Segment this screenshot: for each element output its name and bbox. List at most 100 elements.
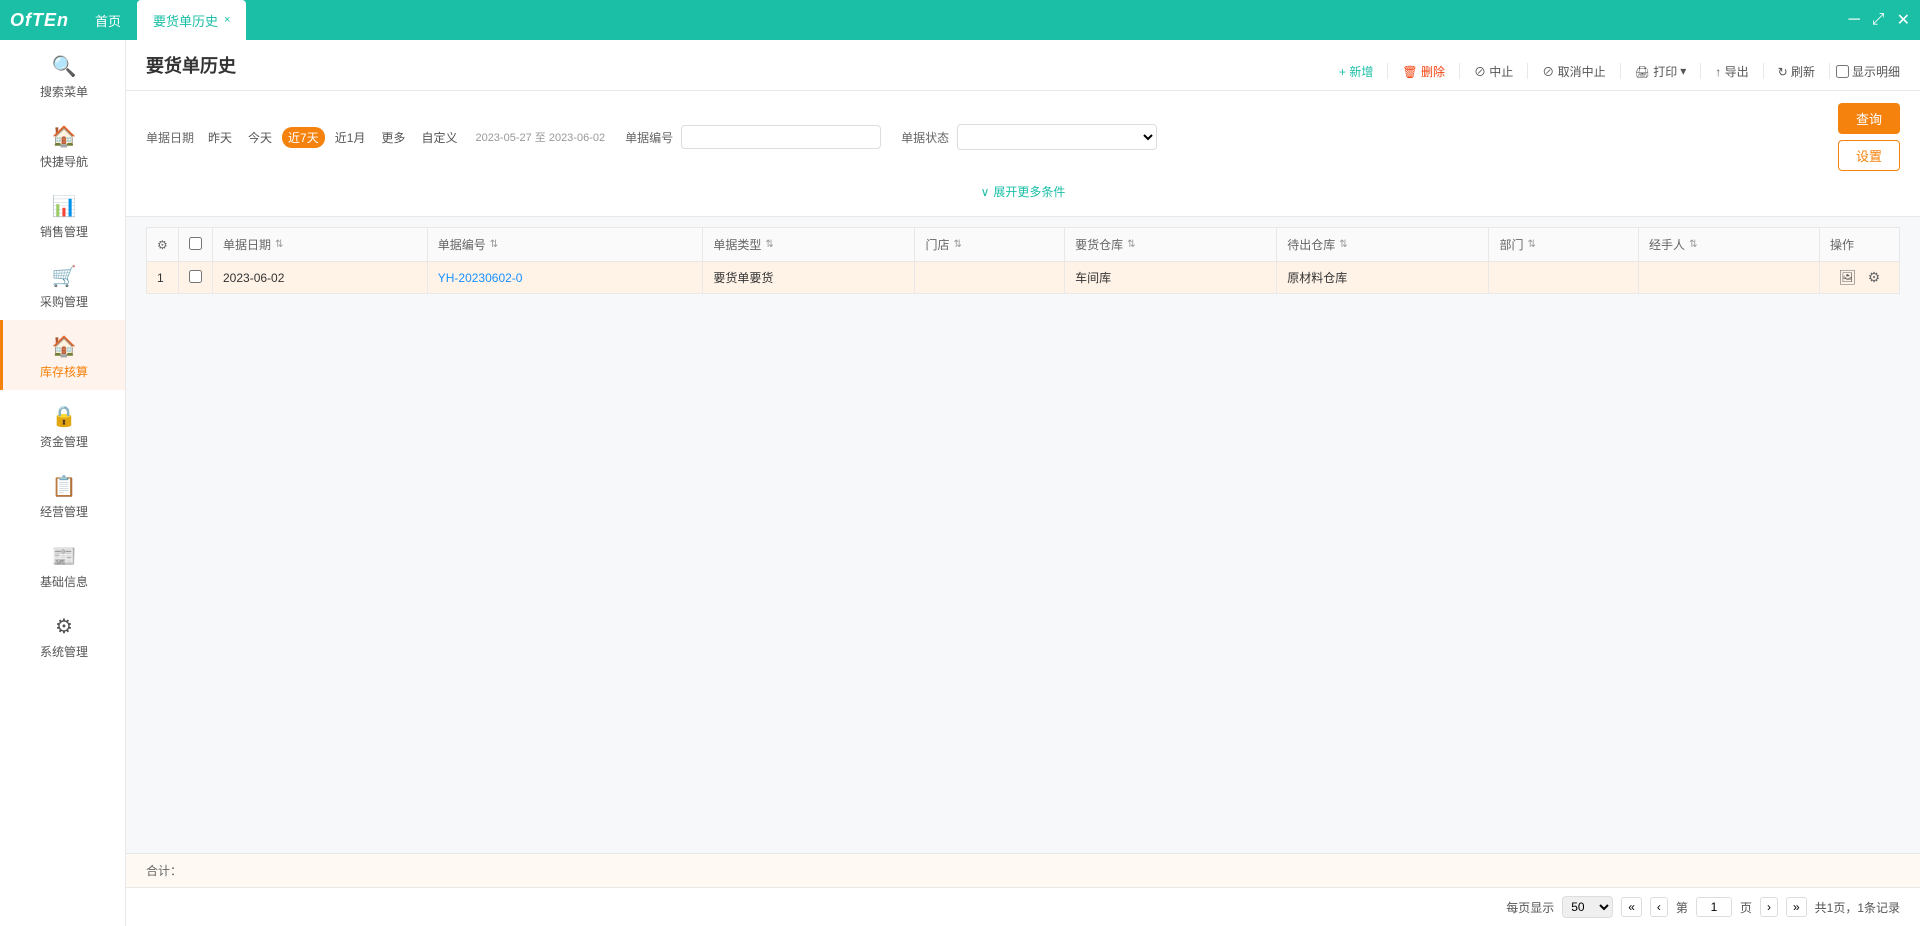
th-settings[interactable]: ⚙	[147, 228, 179, 262]
sidebar-item-system-mgmt[interactable]: ⚙ 系统管理	[0, 600, 125, 670]
maximize-btn[interactable]: ⤢	[1872, 11, 1885, 29]
row-handler	[1639, 262, 1820, 294]
sidebar-item-search-menu[interactable]: 🔍 搜索菜单	[0, 40, 125, 110]
sidebar-item-operation-mgmt[interactable]: 📋 经营管理	[0, 460, 125, 530]
doc-no-link[interactable]: YH-20230602-0	[438, 271, 523, 285]
filter-area: 单据日期 昨天 今天 近7天 近1月 更多 自定义 2023-05-27 至 2…	[126, 91, 1920, 217]
close-tab-btn[interactable]: ×	[224, 14, 230, 26]
status-select[interactable]	[957, 124, 1157, 150]
export-btn[interactable]: ↑ 导出	[1707, 59, 1756, 84]
table-head: ⚙ 单据日期 ⇅ 单据编号	[147, 228, 1900, 262]
divider7	[1829, 63, 1830, 79]
divider6	[1763, 63, 1764, 79]
date-filter-label: 单据日期	[146, 129, 194, 146]
date-option-more[interactable]: 更多	[375, 127, 411, 148]
row-checkbox	[179, 262, 213, 294]
stop-btn[interactable]: ⊘ 中止	[1466, 59, 1521, 84]
page-title: 要货单历史	[146, 52, 236, 78]
display-detail-toggle[interactable]: 显示明细	[1836, 63, 1900, 80]
th-checkbox	[179, 228, 213, 262]
date-option-today[interactable]: 今天	[242, 127, 278, 148]
sort-department-icon: ⇅	[1527, 239, 1535, 250]
divider1	[1387, 63, 1388, 79]
minimize-btn[interactable]: ─	[1848, 11, 1859, 29]
tab-requisition-history[interactable]: 要货单历史 ×	[137, 0, 246, 40]
per-page-select[interactable]: 50 20 100	[1562, 896, 1613, 918]
sort-pending-warehouse-icon: ⇅	[1339, 239, 1347, 250]
page-number-input[interactable]	[1696, 897, 1732, 917]
row-view-btn[interactable]: 🖼	[1835, 267, 1861, 287]
quick-nav-icon: 🏠	[52, 124, 77, 149]
row-actions: 🖼 ⚙	[1820, 262, 1900, 294]
sort-store-icon: ⇅	[954, 239, 962, 250]
sidebar-item-quick-nav[interactable]: 🏠 快捷导航	[0, 110, 125, 180]
divider4	[1620, 63, 1621, 79]
delete-btn[interactable]: 🗑 删除	[1394, 59, 1453, 84]
settings-btn[interactable]: 设置	[1838, 140, 1900, 171]
data-table: ⚙ 单据日期 ⇅ 单据编号	[146, 227, 1900, 294]
date-range-display: 2023-05-27 至 2023-06-02	[475, 129, 605, 145]
filter-row-1: 单据日期 昨天 今天 近7天 近1月 更多 自定义 2023-05-27 至 2…	[146, 103, 1900, 171]
row-index: 1	[147, 262, 179, 294]
last-page-btn[interactable]: »	[1786, 897, 1807, 917]
sidebar-item-finance-mgmt[interactable]: 🔒 资金管理	[0, 390, 125, 460]
window-controls: ─ ⤢ ✕	[1848, 10, 1910, 30]
sidebar-item-purchase-mgmt[interactable]: 🛒 采购管理	[0, 250, 125, 320]
doc-no-input[interactable]	[681, 125, 881, 149]
display-detail-checkbox[interactable]	[1836, 65, 1849, 78]
th-handler[interactable]: 经手人 ⇅	[1639, 228, 1820, 262]
row-select-checkbox[interactable]	[189, 270, 202, 283]
table-row: 1 2023-06-02 YH-20230602-0 要货单要货 车间库 原材料…	[147, 262, 1900, 294]
status-filter-group: 单据状态	[901, 124, 1157, 150]
row-store	[915, 262, 1065, 294]
table-body: 1 2023-06-02 YH-20230602-0 要货单要货 车间库 原材料…	[147, 262, 1900, 294]
th-doc-type[interactable]: 单据类型 ⇅	[703, 228, 915, 262]
purchase-icon: 🛒	[52, 264, 77, 289]
close-window-btn[interactable]: ✕	[1897, 10, 1910, 30]
row-req-warehouse: 车间库	[1065, 262, 1277, 294]
sidebar-item-sales-mgmt[interactable]: 📊 销售管理	[0, 180, 125, 250]
sort-doc-type-icon: ⇅	[765, 239, 773, 250]
main-layout: 🔍 搜索菜单 🏠 快捷导航 📊 销售管理 🛒 采购管理 🏠 库存核算 🔒 资金管…	[0, 40, 1920, 926]
sidebar-item-basic-info[interactable]: 📰 基础信息	[0, 530, 125, 600]
date-option-yesterday[interactable]: 昨天	[202, 127, 238, 148]
date-option-month1[interactable]: 近1月	[329, 127, 372, 148]
th-pending-warehouse[interactable]: 待出仓库 ⇅	[1277, 228, 1489, 262]
table-container: ⚙ 单据日期 ⇅ 单据编号	[126, 217, 1920, 853]
th-doc-date[interactable]: 单据日期 ⇅	[213, 228, 428, 262]
first-page-btn[interactable]: «	[1621, 897, 1642, 917]
sort-doc-date-icon: ⇅	[275, 239, 283, 250]
th-store[interactable]: 门店 ⇅	[915, 228, 1065, 262]
tab-home[interactable]: 首页	[79, 0, 137, 40]
sidebar-item-inventory[interactable]: 🏠 库存核算	[0, 320, 125, 390]
date-filter-group: 单据日期 昨天 今天 近7天 近1月 更多 自定义 2023-05-27 至 2…	[146, 127, 605, 148]
refresh-btn[interactable]: ↻ 刷新	[1770, 59, 1823, 84]
query-btn[interactable]: 查询	[1838, 103, 1900, 134]
sidebar: 🔍 搜索菜单 🏠 快捷导航 📊 销售管理 🛒 采购管理 🏠 库存核算 🔒 资金管…	[0, 40, 126, 926]
sort-req-warehouse-icon: ⇅	[1127, 239, 1135, 250]
search-menu-icon: 🔍	[52, 54, 77, 79]
row-doc-date: 2023-06-02	[213, 262, 428, 294]
new-btn[interactable]: + 新增	[1331, 59, 1381, 84]
sort-handler-icon: ⇅	[1689, 239, 1697, 250]
next-page-btn[interactable]: ›	[1760, 897, 1778, 917]
th-doc-no[interactable]: 单据编号 ⇅	[427, 228, 703, 262]
th-department[interactable]: 部门 ⇅	[1489, 228, 1639, 262]
row-pending-warehouse: 原材料仓库	[1277, 262, 1489, 294]
row-edit-btn[interactable]: ⚙	[1864, 267, 1885, 287]
date-option-custom[interactable]: 自定义	[415, 127, 463, 148]
expand-icon: ∨	[981, 185, 990, 199]
select-all-checkbox[interactable]	[189, 237, 202, 250]
print-dropdown-icon[interactable]: ▾	[1680, 64, 1686, 78]
prev-page-btn[interactable]: ‹	[1650, 897, 1668, 917]
expand-more-btn[interactable]: ∨ 展开更多条件	[977, 179, 1070, 204]
total-label: 合计：	[146, 862, 182, 879]
th-req-warehouse[interactable]: 要货仓库 ⇅	[1065, 228, 1277, 262]
date-option-week7[interactable]: 近7天	[282, 127, 325, 148]
page-header: 要货单历史 + 新增 🗑 删除 ⊘ 中止 ⊘ 取消中止 🖨 打印 ▾ ↑ 导	[126, 40, 1920, 91]
sort-doc-no-icon: ⇅	[490, 239, 498, 250]
cancel-stop-btn[interactable]: ⊘ 取消中止	[1534, 59, 1613, 84]
operation-icon: 📋	[52, 474, 77, 499]
row-doc-no: YH-20230602-0	[427, 262, 703, 294]
print-btn[interactable]: 🖨 打印 ▾	[1627, 59, 1695, 84]
